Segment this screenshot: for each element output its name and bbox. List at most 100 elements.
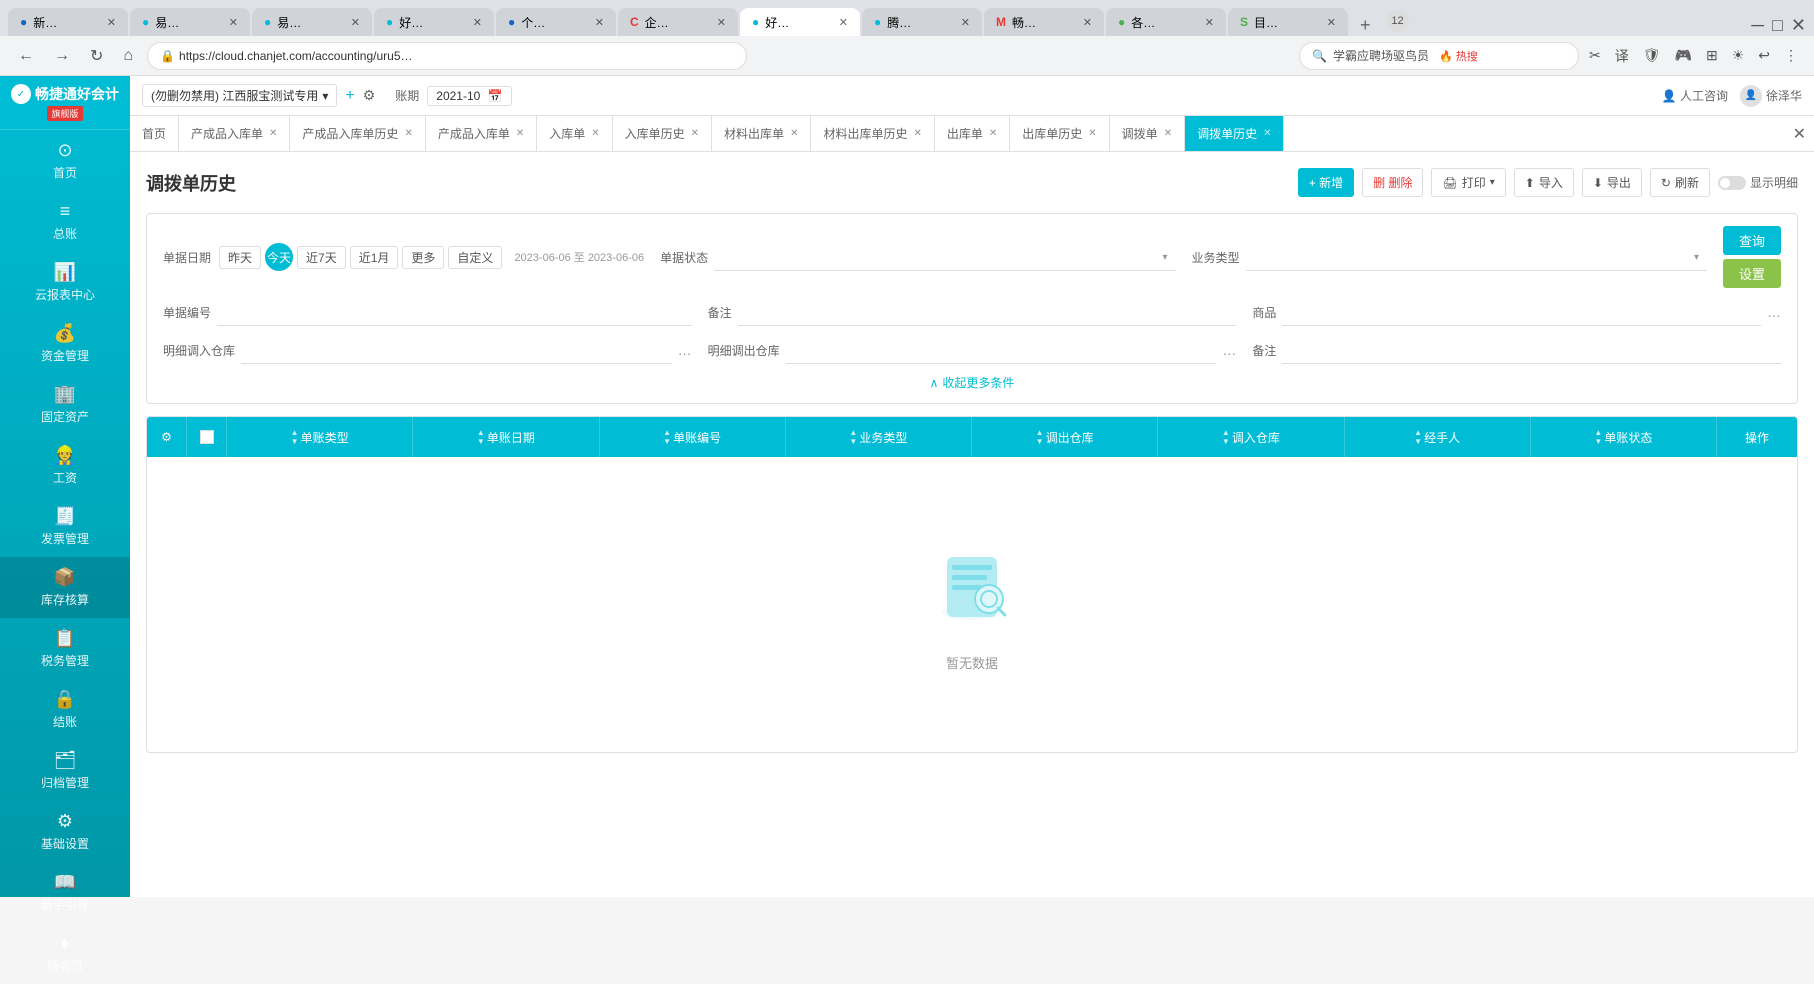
th-gear[interactable]: ⚙ [147,417,187,457]
import-button[interactable]: ⬆ 导入 [1514,168,1574,197]
page-tab-transfer[interactable]: 调拨单 ✕ [1110,116,1185,152]
sidebar-item-ledger[interactable]: ≡ 总账 [0,191,130,252]
search-bar[interactable]: 🔍 学霸应聘场驱鸟员 🔥 热搜 [1299,42,1579,70]
page-tab-close-product-in[interactable]: ✕ [269,128,277,139]
th-biz-type[interactable]: ▲ ▼ 业务类型 [786,417,972,457]
date-btn-1month[interactable]: 近1月 [350,246,399,269]
minimize-button[interactable]: ─ [1751,15,1764,36]
maximize-button[interactable]: □ [1772,15,1783,36]
translate-icon[interactable]: 译 [1611,42,1633,70]
close-all-tabs-button[interactable]: ✕ [1793,124,1814,144]
page-tab-transfer-history[interactable]: 调拨单历史 ✕ [1185,116,1284,152]
doc-num-input[interactable] [217,298,692,326]
date-btn-yesterday[interactable]: 昨天 [219,246,261,269]
add-company-button[interactable]: + [345,87,354,105]
th-out-warehouse[interactable]: ▲ ▼ 调出仓库 [972,417,1158,457]
browser-tab-2[interactable]: ● 易… ✕ [130,8,250,36]
page-tab-close-out-history[interactable]: ✕ [1088,128,1096,139]
shield-icon[interactable]: 🛡 [1639,43,1665,68]
page-tab-out[interactable]: 出库单 ✕ [935,116,1010,152]
page-tab-close-stock-in-history[interactable]: ✕ [691,128,699,139]
add-button[interactable]: + 新增 [1298,168,1354,197]
status-select[interactable] [714,243,1175,271]
menu-icon[interactable]: ⋮ [1780,43,1802,68]
tab-close-3[interactable]: ✕ [351,16,360,29]
remarks2-input[interactable] [1282,336,1781,364]
tab-close-10[interactable]: ✕ [1205,16,1214,29]
page-tab-out-history[interactable]: 出库单历史 ✕ [1010,116,1109,152]
page-tab-product-in2[interactable]: 产成品入库单 ✕ [426,116,537,152]
scissors-icon[interactable]: ✂ [1585,43,1605,68]
sidebar-item-settings[interactable]: ⚙ 基础设置 [0,801,130,862]
date-btn-7days[interactable]: 近7天 [297,246,346,269]
tab-close-11[interactable]: ✕ [1327,16,1336,29]
close-window-button[interactable]: ✕ [1791,15,1806,36]
print-button[interactable]: 🖨 打印 ▾ [1431,168,1505,197]
game-icon[interactable]: 🎮 [1671,43,1696,68]
tab-close-1[interactable]: ✕ [107,16,116,29]
user-avatar[interactable]: 👤 徐泽华 [1740,85,1802,107]
browser-tab-4[interactable]: ● 好… ✕ [374,8,494,36]
sidebar-item-member[interactable]: ♦ 畅会员 [0,923,130,984]
date-btn-more[interactable]: 更多 [402,246,444,269]
page-tab-close-material-out-history[interactable]: ✕ [913,128,921,139]
th-doc-type[interactable]: ▲ ▼ 单账类型 [227,417,413,457]
company-selector[interactable]: (勿删勿禁用) 江西服宝测试专用 ▾ [142,84,337,107]
page-tab-close-product-in2[interactable]: ✕ [516,128,524,139]
grid-icon[interactable]: ⊞ [1702,43,1722,68]
goods-input[interactable] [1282,298,1761,326]
tab-close-7[interactable]: ✕ [839,16,848,29]
page-tab-material-out-history[interactable]: 材料出库单历史 ✕ [811,116,934,152]
page-tab-close-product-in-history[interactable]: ✕ [404,128,412,139]
display-cols-toggle[interactable]: 显示明细 [1718,174,1798,191]
sidebar-item-fund[interactable]: 💰 资金管理 [0,313,130,374]
browser-tab-5[interactable]: ● 个… ✕ [496,8,616,36]
tab-close-6[interactable]: ✕ [717,16,726,29]
biz-type-select[interactable] [1246,243,1707,271]
sidebar-item-close[interactable]: 🔒 结账 [0,679,130,740]
browser-tab-10[interactable]: ● 各… ✕ [1106,8,1226,36]
back-button[interactable]: ← [12,43,40,69]
settings-button[interactable]: 设置 [1723,259,1781,288]
detail-out-input[interactable] [786,336,1217,364]
sidebar-item-home[interactable]: ⊙ 首页 [0,130,130,191]
home-button[interactable]: ⌂ [117,43,139,69]
page-tab-stock-in-history[interactable]: 入库单历史 ✕ [613,116,712,152]
refresh-button[interactable]: ↻ [84,42,109,70]
select-all-checkbox[interactable] [200,430,214,444]
sidebar-item-invoice[interactable]: 🧾 发票管理 [0,496,130,557]
sidebar-item-tax[interactable]: 📋 税务管理 [0,618,130,679]
browser-tab-7[interactable]: ● 好… ✕ [740,8,860,36]
th-check[interactable] [187,417,227,457]
address-bar[interactable]: 🔒 https://cloud.chanjet.com/accounting/u… [147,42,747,70]
page-tab-material-out[interactable]: 材料出库单 ✕ [712,116,811,152]
sidebar-item-report[interactable]: 📊 云报表中心 [0,252,130,313]
page-tab-close-out[interactable]: ✕ [989,128,997,139]
export-button[interactable]: ⬇ 导出 [1582,168,1642,197]
detail-out-more-icon[interactable]: … [1222,342,1236,358]
sidebar-item-inventory[interactable]: 📦 库存核算 [0,557,130,618]
page-tab-close-material-out[interactable]: ✕ [790,128,798,139]
page-tab-close-transfer[interactable]: ✕ [1164,128,1172,139]
page-tab-home[interactable]: 首页 [130,116,179,152]
date-btn-today[interactable]: 今天 [265,243,293,271]
refresh-page-button[interactable]: ↻ 刷新 [1650,168,1710,197]
page-tab-close-stock-in[interactable]: ✕ [591,128,599,139]
browser-tab-11[interactable]: S 目… ✕ [1228,8,1348,36]
search-button[interactable]: 查询 [1723,226,1781,255]
browser-tab-6[interactable]: C 企… ✕ [618,8,738,36]
sidebar-item-guide[interactable]: 📖 新手引导 [0,862,130,923]
detail-in-more-icon[interactable]: … [678,342,692,358]
tab-close-5[interactable]: ✕ [595,16,604,29]
page-tab-close-transfer-history[interactable]: ✕ [1263,128,1271,139]
page-tab-product-in[interactable]: 产成品入库单 ✕ [179,116,290,152]
sidebar-item-archive[interactable]: 🗂 归档管理 [0,740,130,801]
date-btn-custom[interactable]: 自定义 [448,246,502,269]
tab-close-4[interactable]: ✕ [473,16,482,29]
forward-button[interactable]: → [48,43,76,69]
consult-button[interactable]: 👤 人工咨询 [1662,87,1728,104]
sidebar-item-asset[interactable]: 🏢 固定资产 [0,374,130,435]
th-in-warehouse[interactable]: ▲ ▼ 调入仓库 [1158,417,1344,457]
browser-tab-8[interactable]: ● 腾… ✕ [862,8,982,36]
th-doc-num[interactable]: ▲ ▼ 单账编号 [600,417,786,457]
